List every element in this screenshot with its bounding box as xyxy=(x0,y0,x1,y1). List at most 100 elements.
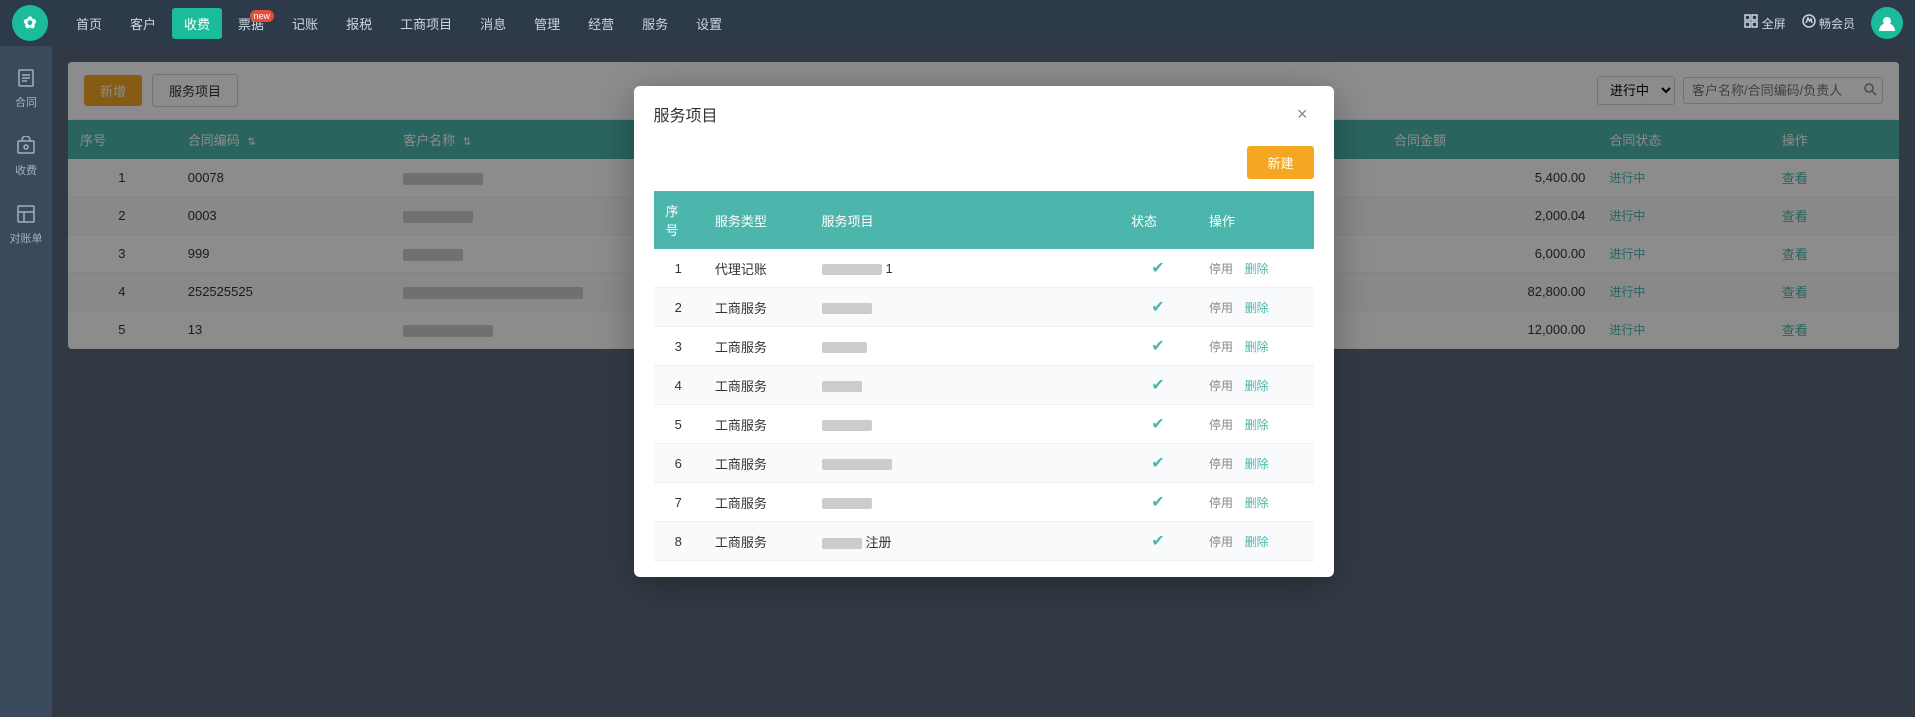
drow-item: 注册 xyxy=(810,522,1120,561)
app-logo: ✿ xyxy=(12,5,48,41)
drow-state: ✔ xyxy=(1119,366,1197,405)
drow-seq: 2 xyxy=(654,288,703,327)
nav-item-settings[interactable]: 设置 xyxy=(684,8,734,39)
main-content: 新增 服务项目 进行中 已终止 全部 序号 xyxy=(52,46,1915,717)
drow-type: 工商服务 xyxy=(703,522,810,561)
nav-items: 首页 客户 收费 票据 new 记账 报税 工商项目 消息 管理 经营 服务 设… xyxy=(64,8,1744,39)
stop-button[interactable]: 停用 xyxy=(1209,340,1233,354)
drow-action: 停用 删除 xyxy=(1197,249,1313,288)
nav-item-message[interactable]: 消息 xyxy=(468,8,518,39)
stop-button[interactable]: 停用 xyxy=(1209,379,1233,393)
delete-button[interactable]: 删除 xyxy=(1245,340,1269,354)
service-items-dialog: 服务项目 × 新建 序号 服务类型 服务项目 状态 操作 xyxy=(634,86,1334,577)
delete-button[interactable]: 删除 xyxy=(1245,418,1269,432)
sidebar-label-contract: 合同 xyxy=(15,94,37,110)
drow-item xyxy=(810,288,1120,327)
drow-item: 1 xyxy=(810,249,1120,288)
drow-action: 停用 删除 xyxy=(1197,366,1313,405)
sidebar-item-contract[interactable]: 合同 xyxy=(3,56,49,120)
delete-button[interactable]: 删除 xyxy=(1245,379,1269,393)
drow-state: ✔ xyxy=(1119,444,1197,483)
drow-action: 停用 删除 xyxy=(1197,327,1313,366)
dialog-header: 服务项目 × xyxy=(634,86,1334,138)
drow-action: 停用 删除 xyxy=(1197,522,1313,561)
delete-button[interactable]: 删除 xyxy=(1245,262,1269,276)
stop-button[interactable]: 停用 xyxy=(1209,496,1233,510)
dialog-table-row: 7 工商服务 ✔ 停用 删除 xyxy=(654,483,1314,522)
drow-type: 工商服务 xyxy=(703,483,810,522)
delete-button[interactable]: 删除 xyxy=(1245,496,1269,510)
drow-item xyxy=(810,444,1120,483)
nav-item-fee[interactable]: 收费 xyxy=(172,8,222,39)
dth-type: 服务类型 xyxy=(703,191,810,249)
sidebar-label-fee: 收费 xyxy=(15,162,37,178)
stop-button[interactable]: 停用 xyxy=(1209,535,1233,549)
top-nav: ✿ 首页 客户 收费 票据 new 记账 报税 工商项目 消息 管理 经营 服务… xyxy=(0,0,1915,46)
drow-action: 停用 删除 xyxy=(1197,483,1313,522)
vip-btn[interactable]: 畅会员 xyxy=(1802,14,1855,32)
modal-overlay: 服务项目 × 新建 序号 服务类型 服务项目 状态 操作 xyxy=(52,46,1915,717)
drow-seq: 6 xyxy=(654,444,703,483)
dialog-table-row: 5 工商服务 ✔ 停用 删除 xyxy=(654,405,1314,444)
drow-type: 工商服务 xyxy=(703,405,810,444)
nav-item-account[interactable]: 记账 xyxy=(280,8,330,39)
drow-seq: 3 xyxy=(654,327,703,366)
drow-item xyxy=(810,366,1120,405)
nav-item-industrial[interactable]: 工商项目 xyxy=(388,8,464,39)
drow-item xyxy=(810,327,1120,366)
dth-action: 操作 xyxy=(1197,191,1313,249)
drow-state: ✔ xyxy=(1119,327,1197,366)
stop-button[interactable]: 停用 xyxy=(1209,457,1233,471)
contract-icon xyxy=(14,66,38,90)
dialog-table-row: 1 代理记账 1 ✔ 停用 删除 xyxy=(654,249,1314,288)
fullscreen-btn[interactable]: 全屏 xyxy=(1744,14,1785,32)
drow-seq: 4 xyxy=(654,366,703,405)
drow-action: 停用 删除 xyxy=(1197,288,1313,327)
delete-button[interactable]: 删除 xyxy=(1245,535,1269,549)
dialog-table-row: 2 工商服务 ✔ 停用 删除 xyxy=(654,288,1314,327)
dialog-body: 序号 服务类型 服务项目 状态 操作 1 代理记账 1 ✔ 停用 删除 2 工商… xyxy=(634,191,1334,577)
sidebar-item-statement[interactable]: 对账单 xyxy=(3,192,49,256)
user-avatar[interactable] xyxy=(1871,7,1903,39)
stop-button[interactable]: 停用 xyxy=(1209,418,1233,432)
dth-state: 状态 xyxy=(1119,191,1197,249)
delete-button[interactable]: 删除 xyxy=(1245,457,1269,471)
drow-type: 代理记账 xyxy=(703,249,810,288)
dialog-title: 服务项目 xyxy=(654,102,718,126)
nav-right: 全屏 畅会员 xyxy=(1744,7,1903,39)
dialog-new-button[interactable]: 新建 xyxy=(1247,146,1313,179)
nav-item-tax[interactable]: 报税 xyxy=(334,8,384,39)
nav-item-home[interactable]: 首页 xyxy=(64,8,114,39)
drow-state: ✔ xyxy=(1119,288,1197,327)
nav-item-biz[interactable]: 经营 xyxy=(576,8,626,39)
drow-state: ✔ xyxy=(1119,405,1197,444)
dialog-table-row: 4 工商服务 ✔ 停用 删除 xyxy=(654,366,1314,405)
drow-seq: 1 xyxy=(654,249,703,288)
drow-state: ✔ xyxy=(1119,249,1197,288)
drow-type: 工商服务 xyxy=(703,444,810,483)
stop-button[interactable]: 停用 xyxy=(1209,262,1233,276)
drow-type: 工商服务 xyxy=(703,288,810,327)
nav-item-bill[interactable]: 票据 new xyxy=(226,8,276,39)
drow-seq: 7 xyxy=(654,483,703,522)
nav-item-client[interactable]: 客户 xyxy=(118,8,168,39)
drow-action: 停用 删除 xyxy=(1197,444,1313,483)
drow-item xyxy=(810,405,1120,444)
stop-button[interactable]: 停用 xyxy=(1209,301,1233,315)
dialog-table-row: 8 工商服务 注册 ✔ 停用 删除 xyxy=(654,522,1314,561)
statement-icon xyxy=(14,202,38,226)
dialog-table-row: 3 工商服务 ✔ 停用 删除 xyxy=(654,327,1314,366)
drow-item xyxy=(810,483,1120,522)
sidebar-label-statement: 对账单 xyxy=(10,230,43,246)
nav-item-service[interactable]: 服务 xyxy=(630,8,680,39)
delete-button[interactable]: 删除 xyxy=(1245,301,1269,315)
sidebar-item-fee[interactable]: 收费 xyxy=(3,124,49,188)
drow-action: 停用 删除 xyxy=(1197,405,1313,444)
drow-seq: 5 xyxy=(654,405,703,444)
fee-icon xyxy=(14,134,38,158)
drow-type: 工商服务 xyxy=(703,327,810,366)
dialog-close-button[interactable]: × xyxy=(1291,103,1314,125)
nav-item-manage[interactable]: 管理 xyxy=(522,8,572,39)
drow-state: ✔ xyxy=(1119,483,1197,522)
sidebar: 合同 收费 对账单 xyxy=(0,46,52,717)
